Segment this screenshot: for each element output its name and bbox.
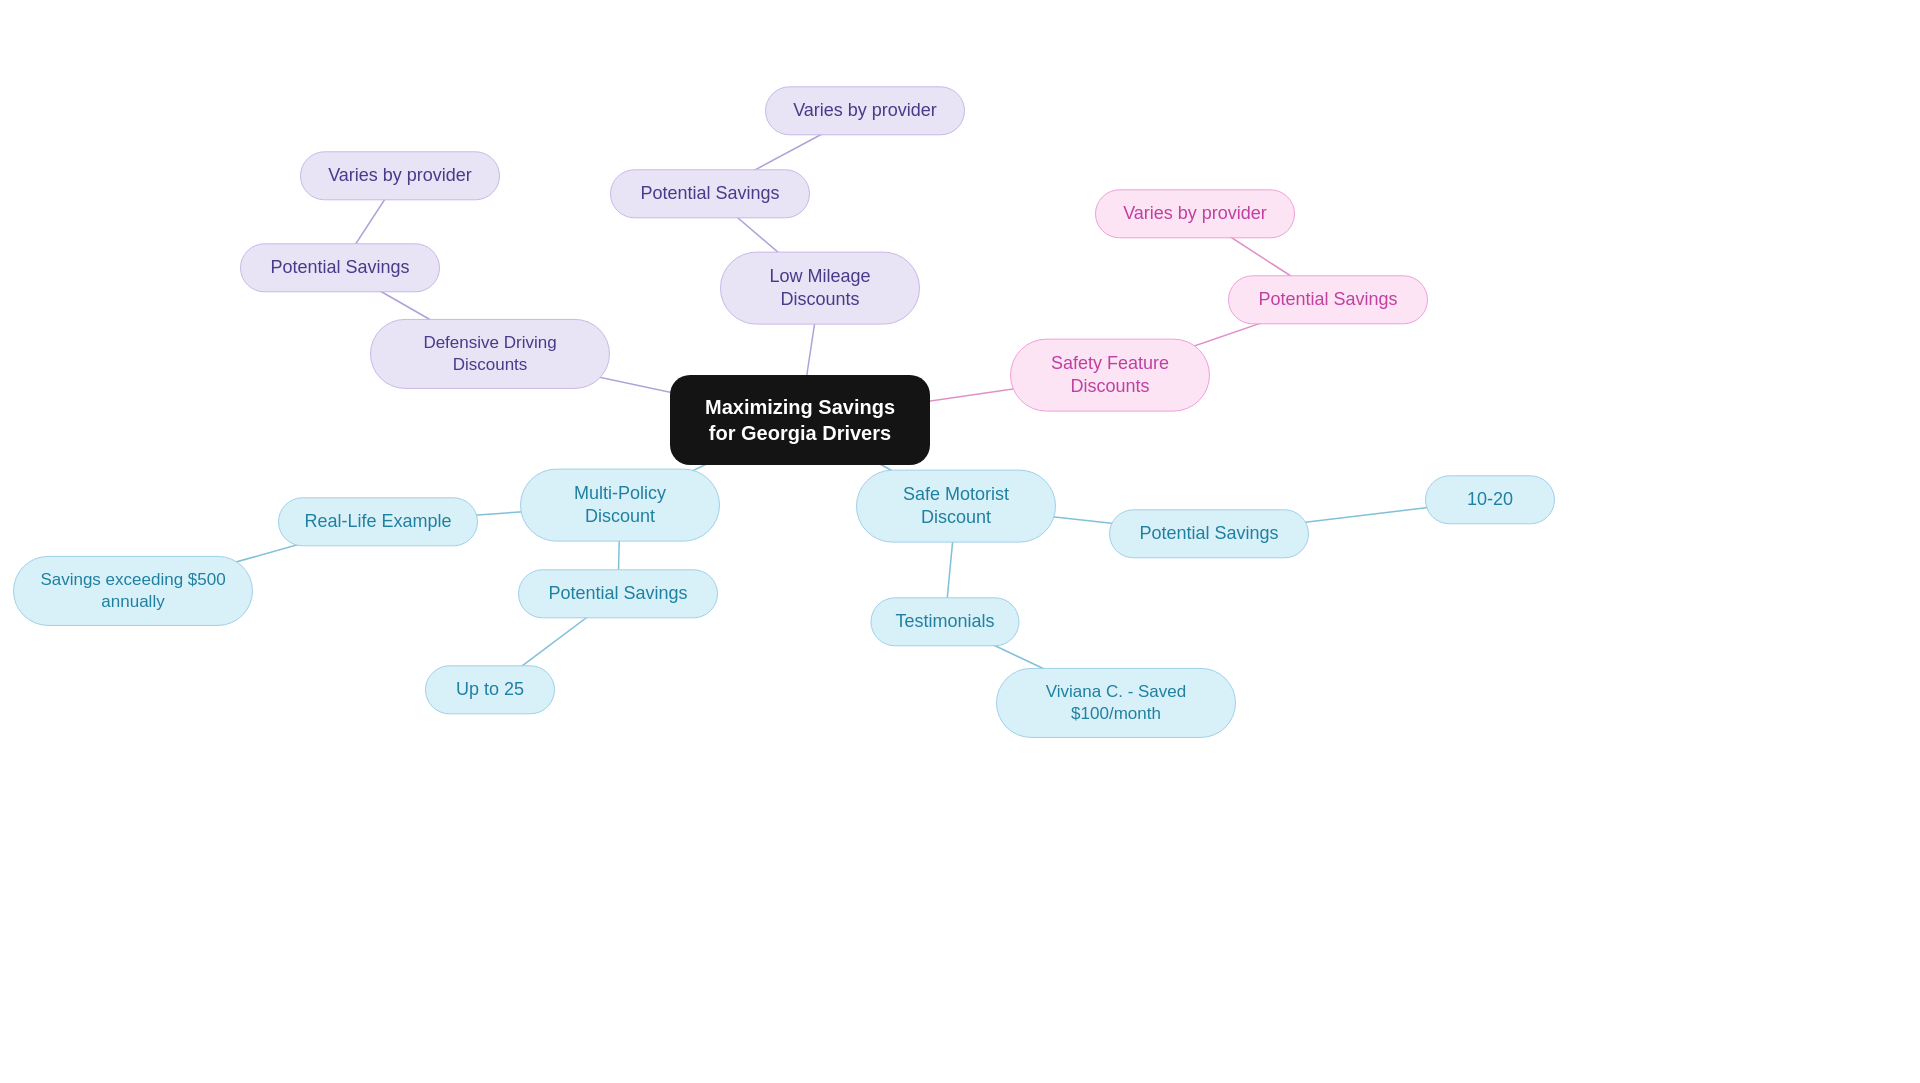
sm-potential-savings-node: Potential Savings	[1109, 509, 1309, 558]
low-potential-savings-node: Potential Savings	[610, 169, 810, 218]
real-life-node: Real-Life Example	[278, 497, 478, 546]
def-varies-node: Varies by provider	[300, 151, 500, 200]
sm-10-20-node: 10-20	[1425, 475, 1555, 524]
multi-policy-node: Multi-Policy Discount	[520, 469, 720, 542]
mp-potential-savings-node: Potential Savings	[518, 569, 718, 618]
viviana-node: Viviana C. - Saved $100/month	[996, 668, 1236, 738]
safety-feature-node: Safety Feature Discounts	[1010, 339, 1210, 412]
mp-up-to-25-node: Up to 25	[425, 665, 555, 714]
sf-potential-savings-node: Potential Savings	[1228, 275, 1428, 324]
low-mileage-node: Low Mileage Discounts	[720, 252, 920, 325]
testimonials-node: Testimonials	[870, 597, 1019, 646]
low-varies-node: Varies by provider	[765, 86, 965, 135]
center-node: Maximizing Savings for Georgia Drivers	[670, 375, 930, 465]
safe-motorist-node: Safe Motorist Discount	[856, 470, 1056, 543]
def-potential-savings-node: Potential Savings	[240, 243, 440, 292]
savings-500-node: Savings exceeding $500 annually	[13, 556, 253, 626]
defensive-driving-node: Defensive Driving Discounts	[370, 319, 610, 389]
sf-varies-node: Varies by provider	[1095, 189, 1295, 238]
